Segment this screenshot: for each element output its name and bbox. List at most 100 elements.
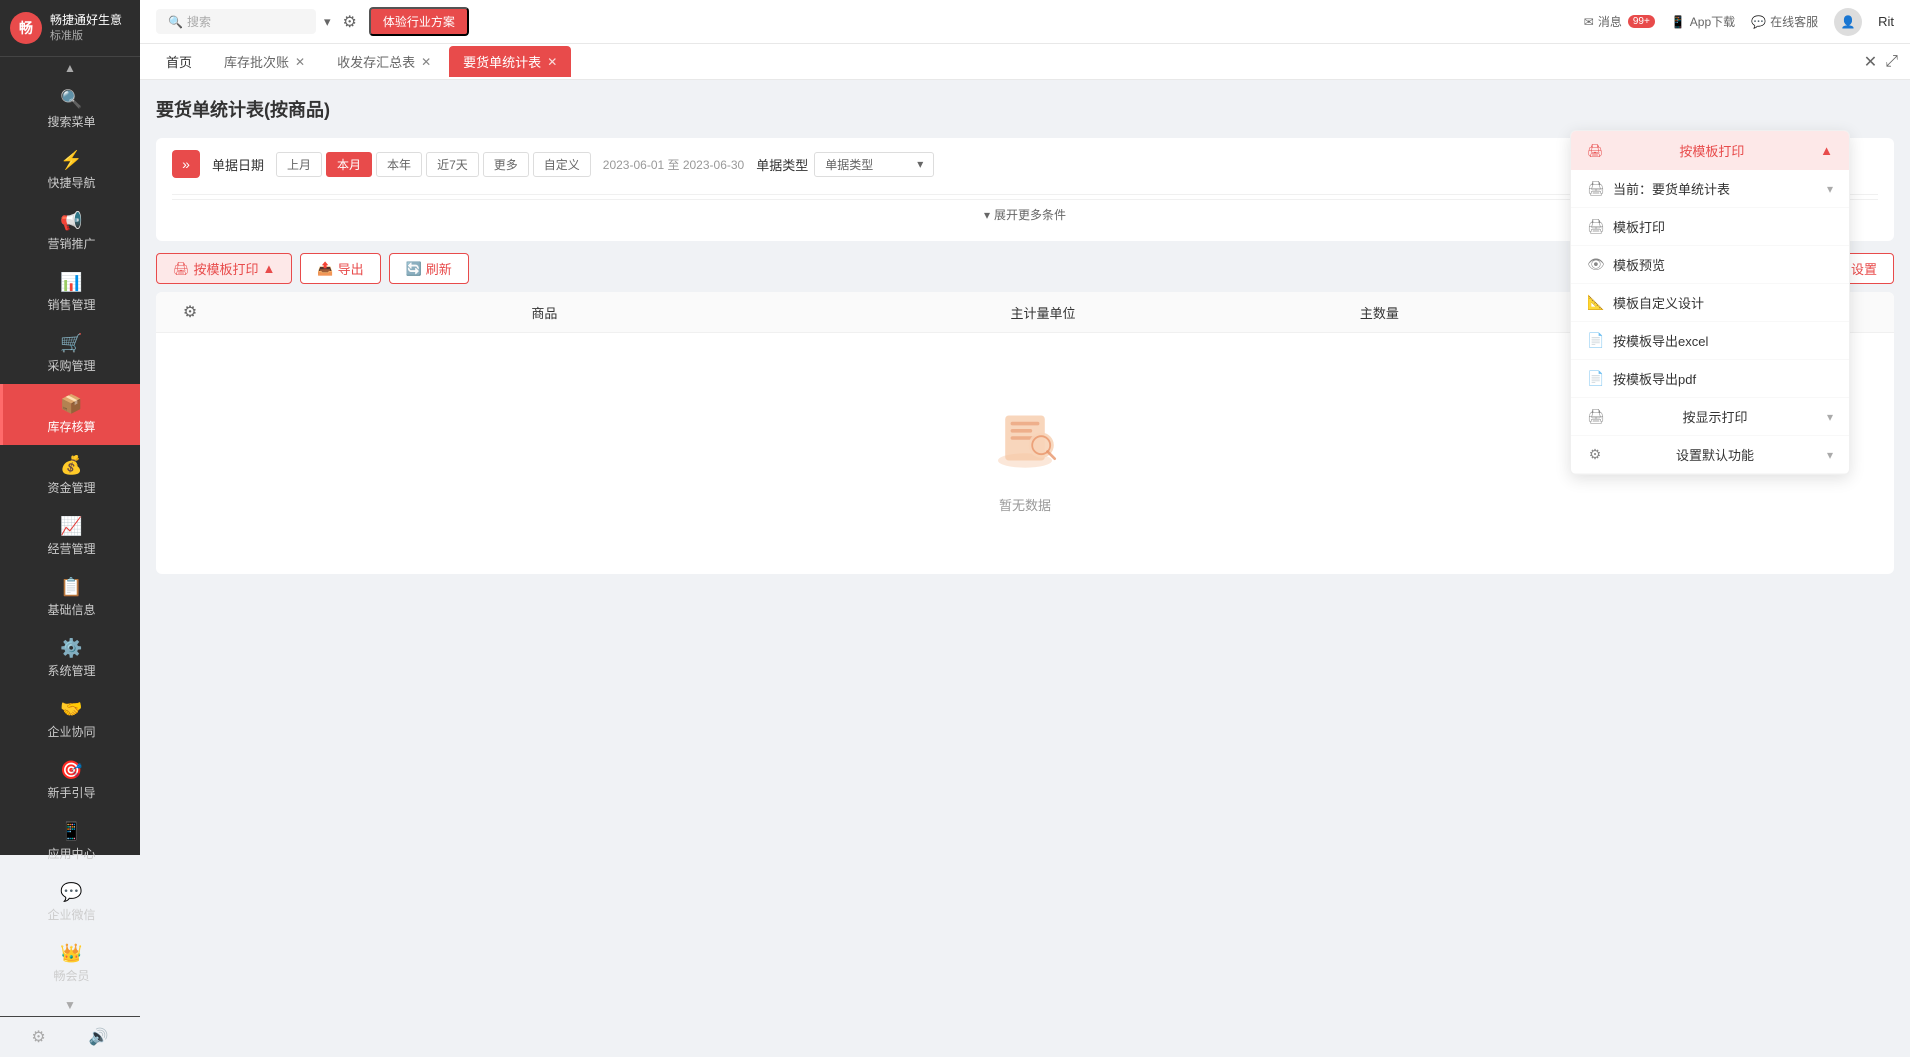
sidebar-scroll-up[interactable]: ▲ — [0, 57, 140, 79]
page-content: 要货单统计表(按商品) » 单据日期 上月 本月 本年 近7天 更多 自定义 2… — [140, 80, 1910, 855]
sidebar-item-apps[interactable]: 📱 应用中心 — [0, 811, 140, 872]
sidebar-label-vip: 畅会员 — [53, 967, 89, 984]
sidebar-label-purchase: 采购管理 — [47, 357, 95, 374]
sidebar-scroll-down[interactable]: ▼ — [0, 994, 140, 1016]
app-icon: 📱 — [1671, 15, 1686, 29]
topbar-gear-icon[interactable]: ⚙ — [343, 12, 357, 32]
date-current-month[interactable]: 本月 — [326, 152, 372, 177]
empty-icon — [980, 393, 1070, 483]
sales-icon: 📊 — [60, 272, 82, 293]
table-col-quantity: 主数量 — [1217, 303, 1541, 322]
sidebar-item-collab[interactable]: 🤝 企业协同 — [0, 689, 140, 750]
template-custom-label: 模板自定义设计 — [1613, 293, 1704, 312]
sidebar-label-guide: 新手引导 — [47, 784, 95, 801]
export-excel-label: 按模板导出excel — [1613, 331, 1708, 350]
topbar-app-download[interactable]: 📱 App下载 — [1671, 13, 1735, 30]
export-pdf-label: 按模板导出pdf — [1613, 369, 1696, 388]
dropdown-header[interactable]: 🖨 按模板打印 ▲ — [1571, 131, 1849, 170]
dropdown-template-preview[interactable]: 👁 模板预览 — [1571, 246, 1849, 284]
print-template-label: 按模板打印 — [194, 259, 259, 278]
refresh-label: 刷新 — [426, 259, 452, 278]
search-icon: 🔍 — [60, 89, 82, 110]
date-prev-month[interactable]: 上月 — [276, 152, 322, 177]
sidebar-label-finance: 资金管理 — [47, 479, 95, 496]
sidebar-item-search[interactable]: 🔍 搜索菜单 — [0, 79, 140, 140]
trial-button[interactable]: 体验行业方案 — [369, 7, 469, 36]
sidebar-label-sales: 销售管理 — [47, 296, 95, 313]
logo-name: 畅捷通好生意 — [50, 13, 122, 29]
sidebar-item-operations[interactable]: 📈 经营管理 — [0, 506, 140, 567]
refresh-button[interactable]: 🔄 刷新 — [389, 253, 469, 284]
tab-order-stats-label: 要货单统计表 — [463, 52, 541, 71]
logo-badge: 标准版 — [50, 29, 122, 43]
default-func-chevron-icon: ▾ — [1827, 448, 1833, 462]
sidebar-item-sales[interactable]: 📊 销售管理 — [0, 262, 140, 323]
tab-batch-close[interactable]: ✕ — [295, 55, 305, 69]
default-func-icon: ⚙ — [1587, 446, 1603, 463]
date-7days[interactable]: 近7天 — [426, 152, 479, 177]
sidebar-logo: 畅 畅捷通好生意 标准版 — [0, 0, 140, 57]
print-chevron: ▲ — [263, 261, 276, 276]
export-icon: 📤 — [317, 261, 333, 277]
app-download-label: App下载 — [1690, 13, 1735, 30]
dropdown-display-print[interactable]: 🖨 按显示打印 ▾ — [1571, 398, 1849, 436]
tab-home[interactable]: 首页 — [152, 46, 206, 77]
tab-receipts-label: 收发存汇总表 — [337, 52, 415, 71]
purchase-icon: 🛒 — [60, 333, 82, 354]
dropdown-chevron-icon[interactable]: ▲ — [1820, 143, 1833, 158]
dropdown-template-print[interactable]: 🖨 模板打印 — [1571, 208, 1849, 246]
tab-batch-label: 库存批次账 — [224, 52, 289, 71]
topbar-messages[interactable]: ✉ 消息 99+ — [1584, 13, 1655, 30]
table-settings-icon[interactable]: ⚙ — [183, 304, 197, 321]
print-template-button[interactable]: 🖨 按模板打印 ▲ — [156, 253, 292, 284]
dropdown-export-excel[interactable]: 📄 按模板导出excel — [1571, 322, 1849, 360]
date-more[interactable]: 更多 — [483, 152, 529, 177]
sidebar-item-basic[interactable]: 📋 基础信息 — [0, 567, 140, 628]
date-custom[interactable]: 自定义 — [533, 152, 591, 177]
search-box[interactable]: 🔍 搜索 — [156, 9, 316, 34]
sidebar-item-system[interactable]: ⚙️ 系统管理 — [0, 628, 140, 689]
date-current-year[interactable]: 本年 — [376, 152, 422, 177]
tab-receipts[interactable]: 收发存汇总表 ✕ — [323, 46, 445, 77]
tab-receipts-close[interactable]: ✕ — [421, 55, 431, 69]
inventory-icon: 📦 — [60, 394, 82, 415]
sidebar-item-quicknav[interactable]: ⚡ 快捷导航 — [0, 140, 140, 201]
dropdown-current-item[interactable]: 🖨 当前：要货单统计表 ▾ — [1571, 170, 1849, 208]
tab-expand-icon[interactable]: ⤢ — [1885, 53, 1898, 71]
table-col-unit: 主计量单位 — [881, 303, 1205, 322]
topbar-online-service[interactable]: 💬 在线客服 — [1751, 13, 1818, 30]
logo-text: 畅捷通好生意 标准版 — [50, 13, 122, 43]
logo-icon: 畅 — [10, 12, 42, 44]
dropdown-template-custom[interactable]: 📐 模板自定义设计 — [1571, 284, 1849, 322]
topbar-dropdown-icon[interactable]: ▾ — [324, 14, 331, 30]
expand-icon: ▾ — [984, 208, 990, 222]
table-col-settings: ⚙ — [172, 302, 208, 322]
tab-order-stats[interactable]: 要货单统计表 ✕ — [449, 46, 571, 77]
topbar: 🔍 搜索 ▾ ⚙ 体验行业方案 ✉ 消息 99+ 📱 App下载 💬 在线客服 … — [140, 0, 1910, 44]
display-print-label: 按显示打印 — [1682, 407, 1747, 426]
print-icon: 🖨 — [173, 261, 190, 277]
filter-expand-button[interactable]: » — [172, 150, 200, 178]
user-avatar[interactable]: 👤 — [1834, 8, 1862, 36]
sidebar-item-purchase[interactable]: 🛒 采购管理 — [0, 323, 140, 384]
current-icon: 🖨 — [1587, 180, 1603, 197]
sidebar-bottom: ⚙ 🔊 — [0, 1016, 140, 1057]
doc-type-filter: 单据类型 单据类型 ▾ — [756, 152, 934, 177]
tab-close-all-icon[interactable]: ✕ — [1864, 52, 1877, 72]
tab-batch[interactable]: 库存批次账 ✕ — [210, 46, 319, 77]
dropdown-default-func[interactable]: ⚙ 设置默认功能 ▾ — [1571, 436, 1849, 474]
sidebar-item-marketing[interactable]: 📢 营销推广 — [0, 201, 140, 262]
sidebar-sound-icon[interactable]: 🔊 — [89, 1027, 109, 1047]
tab-order-stats-close[interactable]: ✕ — [547, 55, 557, 69]
dropdown-export-pdf[interactable]: 📄 按模板导出pdf — [1571, 360, 1849, 398]
sidebar-item-finance[interactable]: 💰 资金管理 — [0, 445, 140, 506]
sidebar-item-vip[interactable]: 👑 畅会员 — [0, 933, 140, 994]
sidebar-item-wechat[interactable]: 💬 企业微信 — [0, 872, 140, 933]
doc-type-select[interactable]: 单据类型 ▾ — [814, 152, 934, 177]
export-label: 导出 — [338, 259, 364, 278]
sidebar-settings-icon[interactable]: ⚙ — [31, 1027, 45, 1047]
sidebar-item-inventory[interactable]: 📦 库存核算 — [0, 384, 140, 445]
sidebar-item-guide[interactable]: 🎯 新手引导 — [0, 750, 140, 811]
export-button[interactable]: 📤 导出 — [300, 253, 380, 284]
quicknav-icon: ⚡ — [60, 150, 82, 171]
